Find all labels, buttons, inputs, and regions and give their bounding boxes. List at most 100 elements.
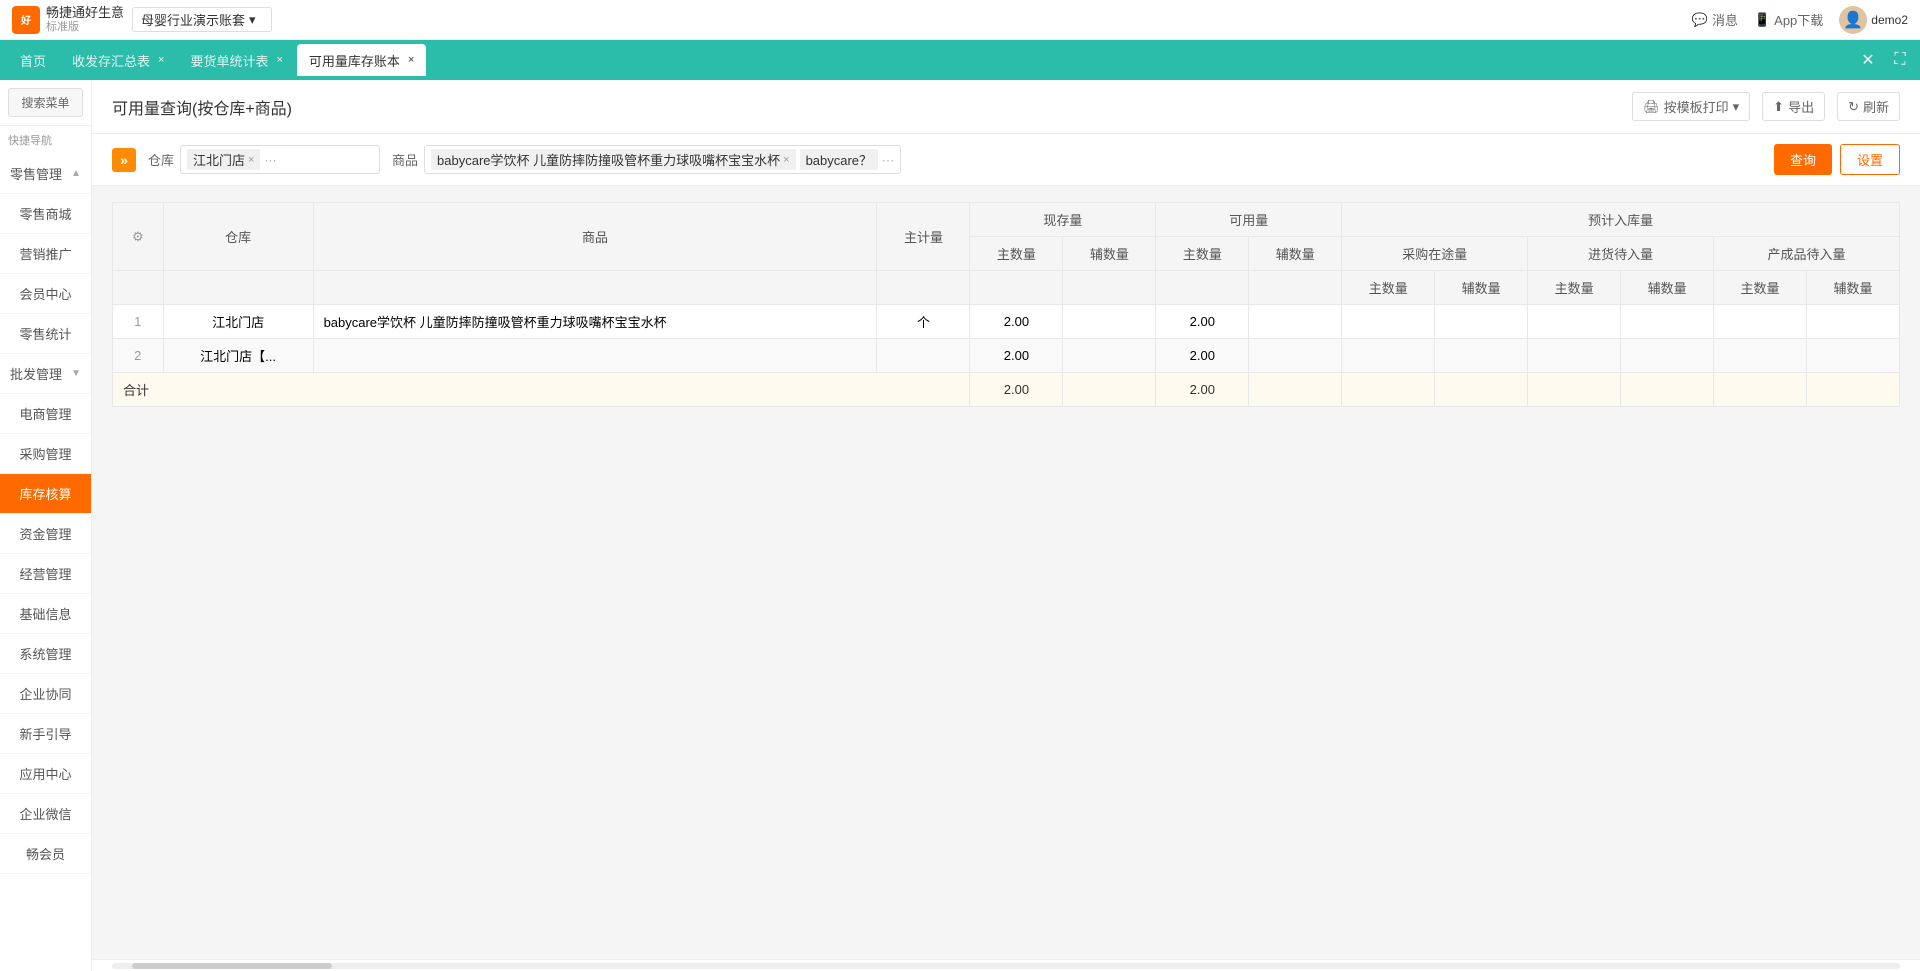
workspace-select[interactable]: 母婴行业演示账套 ▾ bbox=[132, 7, 272, 32]
tab-order-stats[interactable]: 要货单统计表 × bbox=[178, 44, 294, 76]
th-purchase-aux: 辅数量 bbox=[1435, 271, 1528, 305]
sidebar-item-retail-stats[interactable]: 零售统计 bbox=[0, 314, 91, 354]
tab-bar: 首页 收发存汇总表 × 要货单统计表 × 可用量库存账本 × ✕ ⛶ bbox=[0, 40, 1920, 80]
chevron-down-icon: ▾ bbox=[249, 12, 256, 28]
refresh-btn[interactable]: ↻ 刷新 bbox=[1837, 92, 1900, 121]
footer-purchase-main bbox=[1342, 373, 1435, 407]
footer-product-main bbox=[1714, 373, 1807, 407]
cell-purchase-main-2 bbox=[1342, 339, 1435, 373]
cell-product-aux-2 bbox=[1807, 339, 1900, 373]
cell-avail-main-1: 2.00 bbox=[1156, 305, 1249, 339]
th-purchase-main: 主数量 bbox=[1342, 271, 1435, 305]
tab-receipt-summary-close[interactable]: × bbox=[158, 54, 164, 66]
tab-receipt-summary[interactable]: 收发存汇总表 × bbox=[60, 44, 176, 76]
top-bar-right: 💬 消息 📱 App下载 👤 demo2 bbox=[1692, 6, 1908, 34]
export-icon: ⬆ bbox=[1773, 99, 1784, 115]
sidebar-item-retail-mall[interactable]: 零售商城 bbox=[0, 194, 91, 234]
product-more[interactable]: ··· bbox=[882, 153, 894, 167]
th-product-pending: 产成品待入量 bbox=[1714, 237, 1900, 271]
product-tag-area[interactable]: babycare学饮杯 儿童防摔防撞吸管杯重力球吸嘴杯宝宝水杯 × babyca… bbox=[424, 145, 901, 174]
app-download-action[interactable]: 📱 App下载 bbox=[1754, 10, 1823, 29]
template-print-btn[interactable]: 🖨 按模板打印 ▾ bbox=[1632, 92, 1750, 121]
cell-stock-main-1: 2.00 bbox=[970, 305, 1063, 339]
tab-close-all-btn[interactable]: ✕ bbox=[1856, 48, 1880, 72]
tab-bar-actions: ✕ ⛶ bbox=[1856, 48, 1912, 72]
logo-text: 畅捷通好生意 标准版 bbox=[46, 5, 124, 34]
table-container: ⚙ 仓库 商品 主计量 现存量 可用量 预计入库量 主数量 辅数量 主数量 辅数… bbox=[92, 186, 1920, 959]
sidebar-nav-label: 快捷导航 bbox=[0, 126, 91, 154]
sidebar-item-finance-mgmt[interactable]: 资金管理 bbox=[0, 514, 91, 554]
tab-available-stock-close[interactable]: × bbox=[408, 54, 414, 66]
cell-stock-main-2: 2.00 bbox=[970, 339, 1063, 373]
sidebar-item-sys-mgmt[interactable]: 系统管理 bbox=[0, 634, 91, 674]
th-empty bbox=[113, 271, 164, 305]
footer-avail-aux bbox=[1249, 373, 1342, 407]
cell-avail-aux-1 bbox=[1249, 305, 1342, 339]
warehouse-tag-close[interactable]: × bbox=[248, 154, 254, 166]
top-bar: 好 畅捷通好生意 标准版 母婴行业演示账套 ▾ 💬 消息 📱 App下载 👤 d… bbox=[0, 0, 1920, 40]
filter-actions: 查询 设置 bbox=[1774, 144, 1900, 175]
th-product-main: 主数量 bbox=[1714, 271, 1807, 305]
sidebar-item-ecom-mgmt[interactable]: 电商管理 bbox=[0, 394, 91, 434]
sidebar-item-wholesale-mgmt[interactable]: 批发管理 ▼ bbox=[0, 354, 91, 394]
table-footer-row: 合计 2.00 2.00 bbox=[113, 373, 1900, 407]
user-area[interactable]: 👤 demo2 bbox=[1839, 6, 1908, 34]
footer-incoming-main bbox=[1528, 373, 1621, 407]
filter-expand-btn[interactable]: » bbox=[112, 148, 136, 172]
product-tag-babycare-close[interactable]: × bbox=[783, 154, 789, 166]
sidebar-item-inventory-check[interactable]: 库存核算 bbox=[0, 474, 91, 514]
sidebar-item-app-center[interactable]: 应用中心 bbox=[0, 754, 91, 794]
table-footer bbox=[92, 959, 1920, 971]
tab-order-stats-close[interactable]: × bbox=[276, 54, 282, 66]
tab-home[interactable]: 首页 bbox=[8, 44, 58, 76]
cell-stock-aux-2 bbox=[1063, 339, 1156, 373]
warehouse-tag-area[interactable]: 江北门店 × ··· bbox=[180, 145, 380, 174]
page-header-actions: 🖨 按模板打印 ▾ ⬆ 导出 ↻ 刷新 bbox=[1632, 92, 1900, 121]
footer-incoming-aux bbox=[1621, 373, 1714, 407]
th-warehouse: 仓库 bbox=[163, 203, 313, 271]
cell-warehouse-2: 江北门店【... bbox=[163, 339, 313, 373]
sidebar-item-vip-member[interactable]: 畅会员 bbox=[0, 834, 91, 874]
page-header: 可用量查询(按仓库+商品) 🖨 按模板打印 ▾ ⬆ 导出 ↻ 刷新 bbox=[92, 80, 1920, 134]
sidebar-item-enterprise-wechat[interactable]: 企业微信 bbox=[0, 794, 91, 834]
sidebar-item-marketing[interactable]: 营销推广 bbox=[0, 234, 91, 274]
sidebar-item-basic-info[interactable]: 基础信息 bbox=[0, 594, 91, 634]
cell-product-1: babycare学饮杯 儿童防摔防撞吸管杯重力球吸嘴杯宝宝水杯 bbox=[313, 305, 877, 339]
th-planned-in: 预计入库量 bbox=[1342, 203, 1900, 237]
footer-label: 合计 bbox=[113, 373, 970, 407]
avatar: 👤 bbox=[1839, 6, 1867, 34]
gear-icon[interactable]: ⚙ bbox=[132, 229, 144, 244]
scrollbar-thumb[interactable] bbox=[132, 963, 332, 969]
refresh-icon: ↻ bbox=[1848, 99, 1859, 115]
cell-avail-aux-2 bbox=[1249, 339, 1342, 373]
cell-purchase-main-1 bbox=[1342, 305, 1435, 339]
setting-btn[interactable]: 设置 bbox=[1840, 144, 1900, 175]
sidebar-item-new-guide[interactable]: 新手引导 bbox=[0, 714, 91, 754]
sidebar-item-enterprise-collab[interactable]: 企业协同 bbox=[0, 674, 91, 714]
sidebar-item-retail-mgmt[interactable]: 零售管理 ▲ bbox=[0, 154, 91, 194]
search-menu-btn[interactable]: 搜索菜单 bbox=[8, 88, 83, 117]
print-icon: 🖨 bbox=[1643, 99, 1660, 115]
message-action[interactable]: 💬 消息 bbox=[1692, 10, 1738, 29]
tab-available-stock[interactable]: 可用量库存账本 × bbox=[297, 44, 426, 76]
th-stock-main-qty: 主数量 bbox=[970, 237, 1063, 271]
cell-unit-1: 个 bbox=[877, 305, 970, 339]
footer-purchase-aux bbox=[1435, 373, 1528, 407]
horizontal-scrollbar[interactable] bbox=[112, 963, 1900, 969]
th-gear[interactable]: ⚙ bbox=[113, 203, 164, 271]
logo-area: 好 畅捷通好生意 标准版 bbox=[12, 5, 124, 34]
warehouse-more[interactable]: ··· bbox=[264, 153, 276, 167]
cell-purchase-aux-2 bbox=[1435, 339, 1528, 373]
th-current-stock: 现存量 bbox=[970, 203, 1156, 237]
query-btn[interactable]: 查询 bbox=[1774, 144, 1832, 175]
th-empty8 bbox=[1249, 271, 1342, 305]
th-empty3 bbox=[313, 271, 877, 305]
sidebar-item-ops-mgmt[interactable]: 经营管理 bbox=[0, 554, 91, 594]
cell-incoming-main-1 bbox=[1528, 305, 1621, 339]
export-btn[interactable]: ⬆ 导出 bbox=[1762, 92, 1825, 121]
sidebar-item-member-center[interactable]: 会员中心 bbox=[0, 274, 91, 314]
table-row: 1 江北门店 babycare学饮杯 儿童防摔防撞吸管杯重力球吸嘴杯宝宝水杯 个… bbox=[113, 305, 1900, 339]
tab-fullscreen-btn[interactable]: ⛶ bbox=[1888, 48, 1912, 72]
th-empty4 bbox=[877, 271, 970, 305]
sidebar-item-purchase-mgmt[interactable]: 采购管理 bbox=[0, 434, 91, 474]
